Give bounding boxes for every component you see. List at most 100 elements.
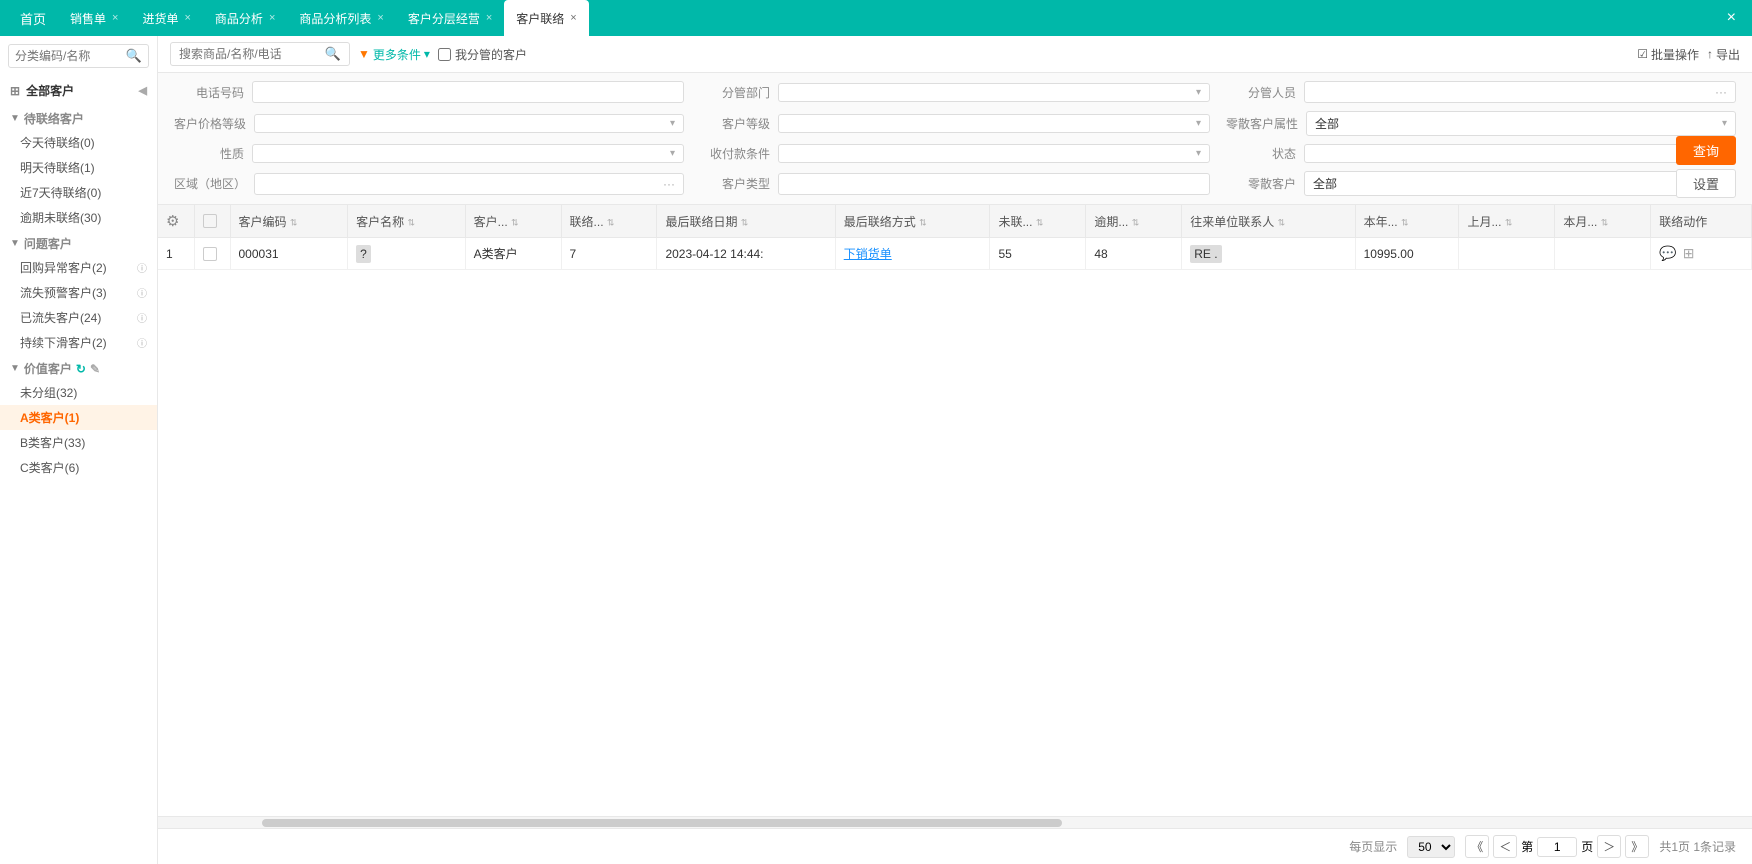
- sort-name-icon[interactable]: ⇅: [407, 217, 415, 227]
- settings-button[interactable]: 设置: [1676, 169, 1736, 198]
- filter-select-retail-attr[interactable]: 全部 ▾: [1306, 111, 1736, 136]
- group-pending-contact[interactable]: ▼ 待联络客户: [0, 105, 157, 130]
- info-icon-1[interactable]: ⓘ: [137, 260, 147, 275]
- nav-tab-analysis[interactable]: 商品分析 ×: [203, 0, 287, 36]
- nav-tab-customer-contact[interactable]: 客户联络 ×: [504, 0, 588, 36]
- sort-overdue-icon[interactable]: ⇅: [1132, 217, 1140, 227]
- filter-search-input[interactable]: [179, 47, 325, 61]
- sidebar-search-icon[interactable]: 🔍: [126, 48, 142, 64]
- table-container[interactable]: ⚙ 客户编码 ⇅ 客户名称 ⇅: [158, 205, 1752, 816]
- sort-type-icon[interactable]: ⇅: [511, 217, 519, 227]
- cell-checkbox[interactable]: [194, 238, 230, 270]
- filter-label-retail-attr: 零散客户属性: [1226, 115, 1298, 132]
- nav-tab-analysis-list[interactable]: 商品分析列表 ×: [287, 0, 395, 36]
- table-gear-icon[interactable]: ⚙: [166, 213, 179, 230]
- sort-last-method-icon[interactable]: ⇅: [919, 217, 927, 227]
- row-checkbox[interactable]: [203, 247, 217, 261]
- sort-uncontacted-icon[interactable]: ⇅: [1036, 217, 1044, 227]
- sidebar-item-tomorrow[interactable]: 明天待联络(1): [0, 155, 157, 180]
- page-number-input[interactable]: [1537, 837, 1577, 857]
- filter-select-price-grade[interactable]: ▾: [254, 114, 684, 133]
- filter-select-payment[interactable]: ▾: [778, 144, 1210, 163]
- sidebar-item-churned[interactable]: 已流失客户(24) ⓘ: [0, 305, 157, 330]
- all-customers-header[interactable]: ⊞ 全部客户 ◀: [0, 76, 157, 105]
- filter-label-price-grade: 客户价格等级: [174, 115, 246, 132]
- filter-input-phone[interactable]: [252, 81, 684, 103]
- edit-value-icon[interactable]: ✎: [90, 362, 100, 376]
- sort-unit-icon[interactable]: ⇅: [1278, 217, 1286, 227]
- sidebar-item-declining[interactable]: 持续下滑客户(2) ⓘ: [0, 330, 157, 355]
- nav-tab-customer-mgmt[interactable]: 客户分层经营 ×: [396, 0, 504, 36]
- export-btn[interactable]: ↑ 导出: [1707, 46, 1740, 63]
- grid-action-icon[interactable]: ⊞: [1683, 245, 1695, 262]
- my-customers-check[interactable]: 我分管的客户: [438, 46, 527, 63]
- first-page-btn[interactable]: 《: [1465, 835, 1489, 858]
- refresh-value-icon[interactable]: ↻: [76, 362, 86, 376]
- sidebar-search-box[interactable]: 🔍: [8, 44, 149, 68]
- sidebar-item-overdue[interactable]: 逾期未联络(30): [0, 205, 157, 230]
- filter-select-region[interactable]: ···: [254, 173, 684, 195]
- filter-search-box[interactable]: 🔍: [170, 42, 350, 66]
- batch-op-btn[interactable]: ☑ 批量操作: [1637, 46, 1699, 63]
- collapse-sidebar-btn[interactable]: ◀: [139, 84, 147, 97]
- sidebar-item-ungrouped[interactable]: 未分组(32): [0, 380, 157, 405]
- cell-last-method[interactable]: 下销货单: [835, 238, 990, 270]
- last-method-link[interactable]: 下销货单: [844, 247, 892, 261]
- close-analysis-list-tab[interactable]: ×: [377, 12, 383, 24]
- horizontal-scrollbar[interactable]: [158, 816, 1752, 828]
- dots-manager[interactable]: ···: [1715, 85, 1727, 99]
- select-all-checkbox[interactable]: [203, 214, 217, 228]
- my-customers-checkbox[interactable]: [438, 48, 451, 61]
- close-customer-contact-tab[interactable]: ×: [570, 12, 576, 24]
- sort-last-month-icon[interactable]: ⇅: [1505, 217, 1513, 227]
- close-analysis-tab[interactable]: ×: [269, 12, 275, 24]
- dots-region[interactable]: ···: [663, 177, 675, 191]
- filter-search-icon[interactable]: 🔍: [325, 46, 341, 62]
- info-icon-2[interactable]: ⓘ: [137, 285, 147, 300]
- sort-last-date-icon[interactable]: ⇅: [741, 217, 749, 227]
- filter-row-price-grade: 客户价格等级 ▾: [174, 111, 684, 136]
- info-icon-3[interactable]: ⓘ: [137, 310, 147, 325]
- page-size-select[interactable]: 50: [1407, 836, 1455, 858]
- sort-contact-icon[interactable]: ⇅: [607, 217, 615, 227]
- sidebar-item-7days[interactable]: 近7天待联络(0): [0, 180, 157, 205]
- filter-select-customer-grade[interactable]: ▾: [778, 114, 1210, 133]
- nav-tab-purchase[interactable]: 进货单 ×: [130, 0, 202, 36]
- filter-select-status[interactable]: ▾: [1304, 144, 1736, 163]
- filter-select-manager[interactable]: ···: [1304, 81, 1736, 103]
- close-sales-tab[interactable]: ×: [112, 12, 118, 24]
- group-problem-customers[interactable]: ▼ 问题客户: [0, 230, 157, 255]
- sort-year-icon[interactable]: ⇅: [1401, 217, 1409, 227]
- filter-label-customer-type: 客户类型: [700, 175, 770, 192]
- sidebar-item-class-b[interactable]: B类客户(33): [0, 430, 157, 455]
- filter-label-customer-grade: 客户等级: [700, 115, 770, 132]
- close-customer-mgmt-tab[interactable]: ×: [486, 12, 492, 24]
- filter-select-nature[interactable]: ▾: [252, 144, 684, 163]
- scroll-thumb[interactable]: [262, 819, 1062, 827]
- th-checkbox[interactable]: [194, 205, 230, 238]
- next-page-btn[interactable]: ＞: [1597, 835, 1621, 858]
- sort-code-icon[interactable]: ⇅: [290, 217, 298, 227]
- close-purchase-tab[interactable]: ×: [184, 12, 190, 24]
- group-value-customers[interactable]: ▼ 价值客户 ↻ ✎: [0, 355, 157, 380]
- filter-select-dept[interactable]: ▾: [778, 83, 1210, 102]
- info-icon-4[interactable]: ⓘ: [137, 335, 147, 350]
- chat-icon[interactable]: 💬: [1659, 245, 1676, 262]
- more-filters-btn[interactable]: ▼ 更多条件 ▾: [358, 46, 430, 63]
- nav-tab-sales[interactable]: 销售单 ×: [58, 0, 130, 36]
- sidebar-item-repurchase-abnormal[interactable]: 回购异常客户(2) ⓘ: [0, 255, 157, 280]
- sidebar-item-class-c[interactable]: C类客户(6): [0, 455, 157, 480]
- filter-select-retail[interactable]: 全部 ▾: [1304, 171, 1736, 196]
- filter-input-customer-type[interactable]: [778, 173, 1210, 195]
- prev-page-btn[interactable]: ＜: [1493, 835, 1517, 858]
- query-button[interactable]: 查询: [1676, 136, 1736, 165]
- last-page-btn[interactable]: 》: [1625, 835, 1649, 858]
- th-gear[interactable]: ⚙: [158, 205, 194, 238]
- nav-home[interactable]: 首页: [8, 9, 58, 28]
- sidebar-search-input[interactable]: [15, 49, 126, 63]
- close-all-tabs[interactable]: ×: [1719, 9, 1744, 27]
- sidebar-item-today[interactable]: 今天待联络(0): [0, 130, 157, 155]
- sort-this-month-icon[interactable]: ⇅: [1601, 217, 1609, 227]
- sidebar-item-churn-warning[interactable]: 流失预警客户(3) ⓘ: [0, 280, 157, 305]
- sidebar-item-class-a[interactable]: A类客户(1): [0, 405, 157, 430]
